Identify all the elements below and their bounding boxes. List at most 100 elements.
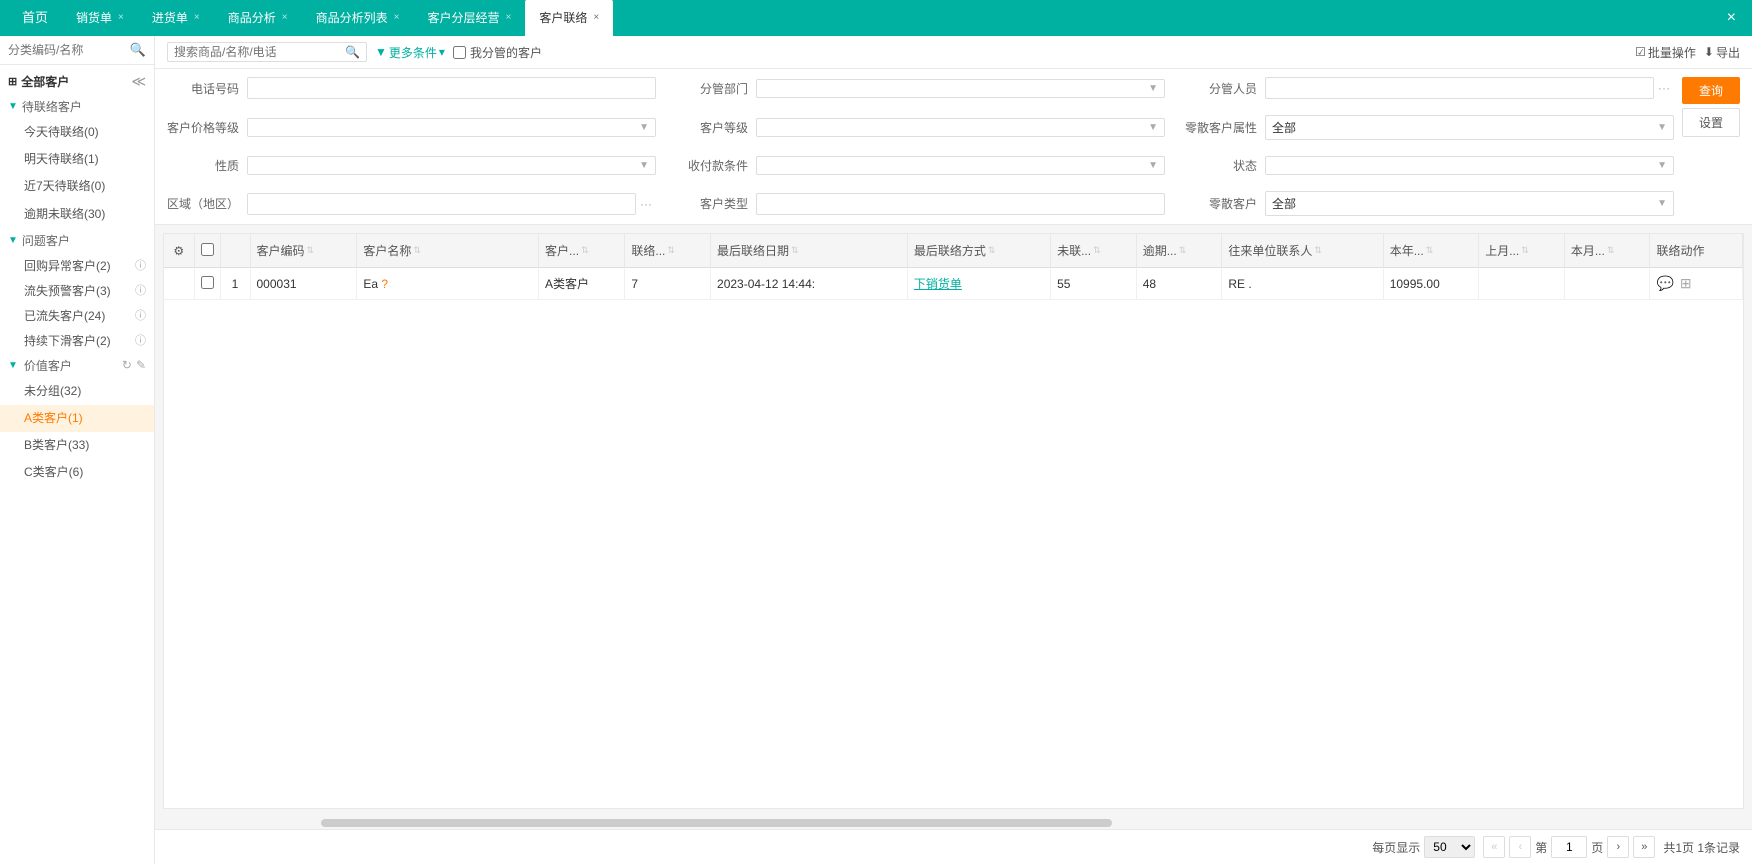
page-size-container: 每页显示 50 100 200 [1372,836,1475,858]
settings-icon[interactable]: ⚙ [173,244,184,258]
sidebar-item-type-b[interactable]: B类客户(33) [0,432,154,459]
filter-row-4: 区域（地区） ··· 客户类型 零散客户 [167,191,1674,216]
payment-select[interactable]: ▼ [756,156,1165,175]
my-customers-checkbox[interactable]: 我分管的客户 [453,44,542,61]
page-number-input[interactable] [1551,836,1587,858]
page-navigation: « ‹ 第 页 › » [1483,836,1655,858]
manager-input[interactable] [1265,77,1654,99]
sidebar-item-type-c[interactable]: C类客户(6) [0,459,154,486]
nav-goods-analysis[interactable]: 商品分析 × [214,0,302,36]
sidebar-collapse-icon[interactable]: ≪ [131,73,146,90]
section-value-customers[interactable]: ▼ 价值客户 ↻ ✎ [0,353,154,378]
region-dots-icon[interactable]: ··· [636,197,656,211]
th-settings[interactable]: ⚙ [164,234,194,268]
top-navigation: 首页 销货单 × 进货单 × 商品分析 × 商品分析列表 × 客户分层经营 × … [0,0,1752,36]
phone-input[interactable] [247,77,656,99]
sidebar-item-today-pending[interactable]: 今天待联络(0) [0,119,154,146]
status-chevron-icon: ▼ [1657,160,1667,171]
setting-button[interactable]: 设置 [1682,108,1740,137]
manager-dots-icon[interactable]: ··· [1654,81,1674,95]
sidebar-item-repurchase-abnormal[interactable]: 回购异常客户(2) ⓘ [0,253,154,278]
row-checkbox[interactable] [201,276,214,289]
arrow-down-icon: ▼ [8,101,18,112]
nav-home[interactable]: 首页 [8,0,62,36]
th-code[interactable]: 客户编码 ⇅ [250,234,357,268]
row-name-cell[interactable]: Ea ? [357,268,539,300]
sidebar-search-icon[interactable]: 🔍 [130,42,146,58]
row-last-method-cell[interactable]: 下销货单 [907,268,1050,300]
th-history-contact[interactable]: 往来单位联系人 ⇅ [1222,234,1383,268]
th-last-method[interactable]: 最后联络方式 ⇅ [907,234,1050,268]
close-purchase-icon[interactable]: × [194,0,200,36]
nature-select[interactable]: ▼ [247,156,656,175]
th-contact[interactable]: 联络... ⇅ [625,234,711,268]
th-overdue[interactable]: 逾期... ⇅ [1136,234,1222,268]
th-last-date[interactable]: 最后联络日期 ⇅ [711,234,908,268]
customer-level-chevron-icon: ▼ [1148,122,1158,133]
th-no-contact[interactable]: 未联... ⇅ [1051,234,1137,268]
close-goods-analysis-list-icon[interactable]: × [394,0,400,36]
sidebar-item-week-pending[interactable]: 近7天待联络(0) [0,173,154,200]
sidebar-item-churned[interactable]: 已流失客户(24) ⓘ [0,303,154,328]
th-this-year[interactable]: 本年... ⇅ [1383,234,1478,268]
phone-label: 电话号码 [167,80,247,97]
th-type[interactable]: 客户... ⇅ [539,234,625,268]
first-page-btn[interactable]: « [1483,836,1505,858]
close-sales-icon[interactable]: × [118,0,124,36]
next-page-btn[interactable]: › [1607,836,1629,858]
nav-purchase[interactable]: 进货单 × [138,0,214,36]
sidebar-item-ungrouped[interactable]: 未分组(32) [0,378,154,405]
select-all-checkbox[interactable] [201,243,214,256]
customer-type-label: 客户类型 [676,195,756,212]
qr-icon[interactable]: ⊞ [1680,275,1692,292]
query-button[interactable]: 查询 [1682,77,1740,104]
sidebar-item-type-a[interactable]: A类客户(1) [0,405,154,432]
region-input[interactable] [247,193,636,215]
scatter-select[interactable]: 全部 ▼ [1265,191,1674,216]
last-method-link[interactable]: 下销货单 [914,277,962,291]
sidebar-item-churn-warning[interactable]: 流失预警客户(3) ⓘ [0,278,154,303]
close-goods-analysis-icon[interactable]: × [282,0,288,36]
nav-sales[interactable]: 销货单 × [62,0,138,36]
th-name[interactable]: 客户名称 ⇅ [357,234,539,268]
sidebar-search-input[interactable] [8,43,130,57]
nav-customer-contact[interactable]: 客户联络 × [525,0,613,36]
nav-goods-analysis-list[interactable]: 商品分析列表 × [302,0,414,36]
close-customer-contact-icon[interactable]: × [593,0,599,36]
th-last-month[interactable]: 上月... ⇅ [1479,234,1565,268]
price-level-select[interactable]: ▼ [247,118,656,137]
close-all-tabs[interactable]: × [1719,9,1744,27]
sidebar-item-declining[interactable]: 持续下滑客户(2) ⓘ [0,328,154,353]
main-layout: 🔍 ⊞ 全部客户 ≪ ▼ 待联络客户 今天待联络(0) 明天待联络(1) 近7天… [0,36,1752,864]
prev-page-btn[interactable]: ‹ [1509,836,1531,858]
dept-select[interactable]: ▼ [756,79,1165,98]
filter-nature: 性质 ▼ [167,156,656,175]
more-filters-btn[interactable]: ▼ 更多条件 ▾ [375,44,445,61]
customer-type-input[interactable] [756,193,1165,215]
main-search-icon[interactable]: 🔍 [345,45,360,59]
th-this-month[interactable]: 本月... ⇅ [1564,234,1650,268]
page-size-select[interactable]: 50 100 200 [1424,836,1475,858]
refresh-icon[interactable]: ↻ [122,358,132,372]
nav-customer-tier[interactable]: 客户分层经营 × [413,0,525,36]
customer-level-select[interactable]: ▼ [756,118,1165,137]
scatter-attr-select[interactable]: 全部 ▼ [1265,115,1674,140]
sort-contact-icon: ⇅ [667,245,675,256]
main-search-input[interactable] [174,45,345,59]
dept-label: 分管部门 [676,80,756,97]
sidebar-item-overdue[interactable]: 逾期未联络(30) [0,201,154,228]
chat-icon[interactable]: 💬 [1656,275,1673,292]
section-pending-contact[interactable]: ▼ 待联络客户 [0,94,154,119]
horizontal-scrollbar[interactable] [155,817,1752,829]
sidebar-item-tomorrow-pending[interactable]: 明天待联络(1) [0,146,154,173]
export-btn[interactable]: ⬇ 导出 [1704,44,1740,61]
batch-operation-btn[interactable]: ☑ 批量操作 [1635,44,1696,61]
status-select[interactable]: ▼ [1265,156,1674,175]
last-page-btn[interactable]: » [1633,836,1655,858]
my-customers-checkbox-input[interactable] [453,46,466,59]
close-customer-tier-icon[interactable]: × [505,0,511,36]
section-problem-customers[interactable]: ▼ 问题客户 [0,228,154,253]
scrollbar-thumb[interactable] [321,819,1112,827]
filter-customer-type: 客户类型 [676,193,1165,215]
edit-icon[interactable]: ✎ [136,358,146,372]
